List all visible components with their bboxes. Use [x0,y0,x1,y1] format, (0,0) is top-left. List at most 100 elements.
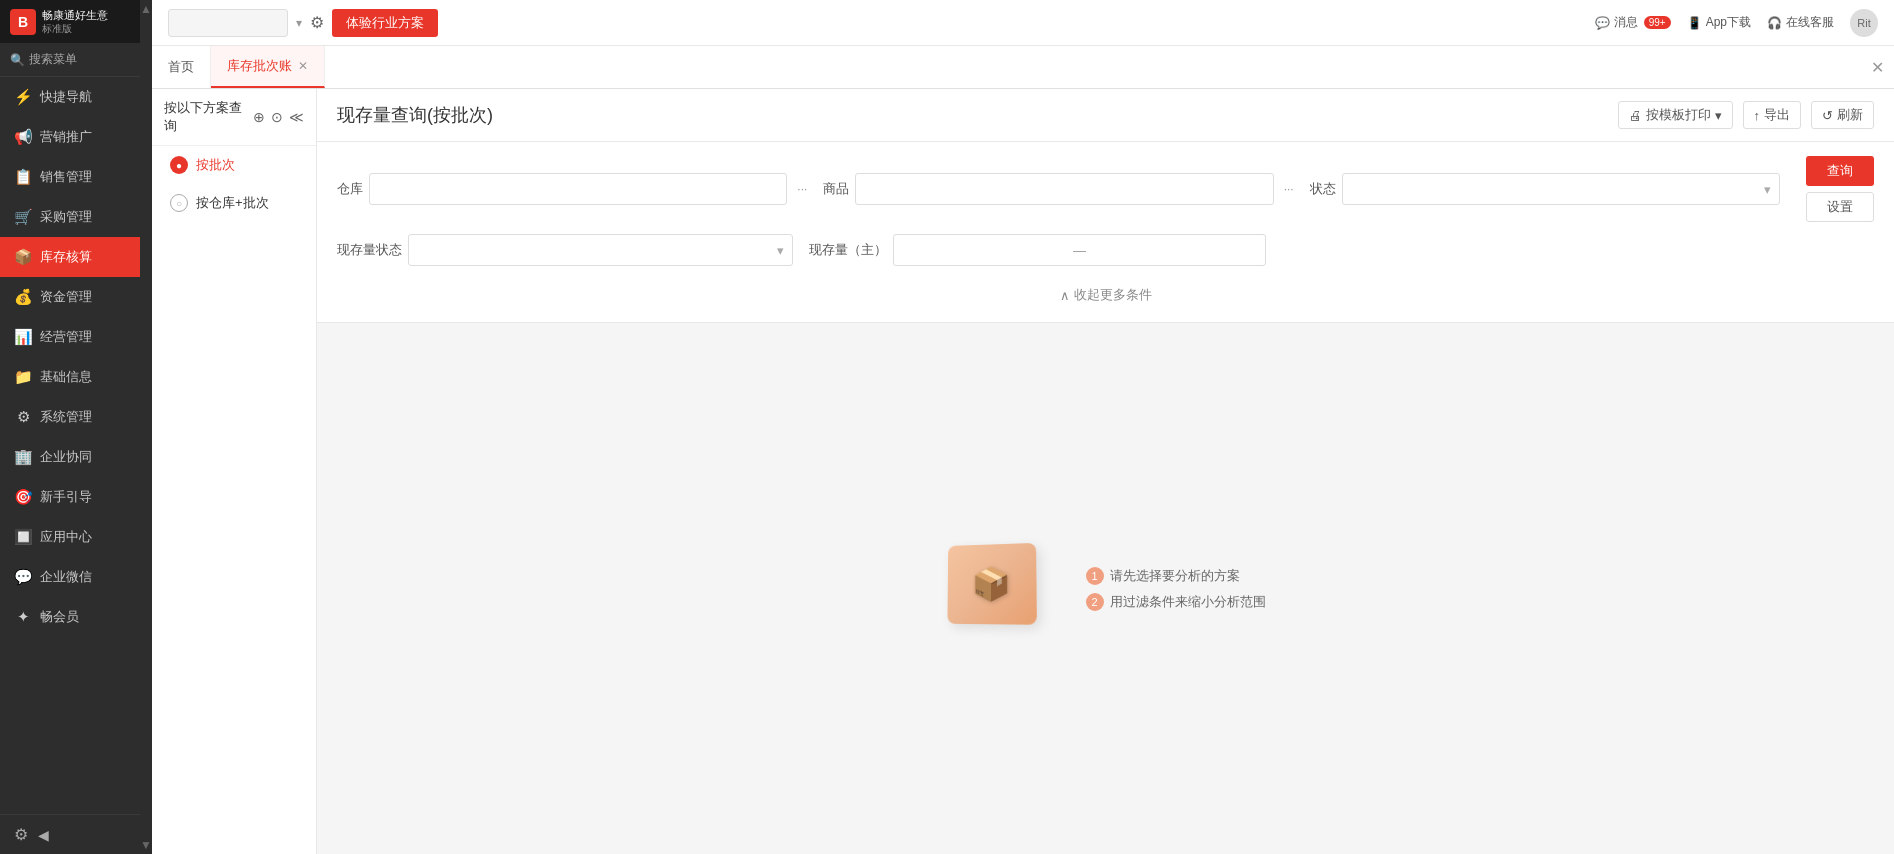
empty-hint-2: 2 用过滤条件来缩小分析范围 [1086,593,1266,611]
avatar: Rit [1850,9,1878,37]
sidebar-item-purchase[interactable]: 🛒 采购管理 [0,197,140,237]
app-logo: B [10,9,36,35]
tabs-close-all-icon[interactable]: ✕ [1871,58,1884,77]
sidebar-item-label: 应用中心 [40,528,92,546]
warehouse-filter-field: 仓库 ··· [337,173,807,205]
topbar-right-actions: 💬 消息 99+ 📱 App下载 🎧 在线客服 Rit [1595,9,1878,37]
status-chevron-icon: ▾ [1764,182,1771,197]
tab-home-label: 首页 [168,58,194,76]
tab-batch-account[interactable]: 库存批次账 ✕ [211,46,325,88]
sidebar-item-label: 基础信息 [40,368,92,386]
print-chevron-icon[interactable]: ▾ [1715,108,1722,123]
query-button[interactable]: 查询 [1806,156,1874,186]
sidebar-item-wechat[interactable]: 💬 企业微信 [0,557,140,597]
sidebar-item-label: 企业协同 [40,448,92,466]
marketing-icon: 📢 [14,128,32,146]
content-area: 按以下方案查询 ⊕ ⊙ ≪ ● 按批次 ○ 按仓库+批次 现存量查询(按批次) [152,89,1894,854]
hint-text-2: 用过滤条件来缩小分析范围 [1110,593,1266,611]
print-icon: 🖨 [1629,108,1642,123]
scheme-collapse-icon[interactable]: ≪ [289,109,304,125]
collapse-sidebar-icon[interactable]: ◀ [38,827,49,843]
sidebar-item-finance[interactable]: 💰 资金管理 [0,277,140,317]
tab-home[interactable]: 首页 [152,46,211,88]
topbar-search-input[interactable] [168,9,288,37]
sidebar-item-basic[interactable]: 📁 基础信息 [0,357,140,397]
product-filter-input[interactable] [855,173,1273,205]
online-service-action[interactable]: 🎧 在线客服 [1767,14,1834,31]
sidebar-item-member[interactable]: ✦ 畅会员 [0,597,140,637]
status-filter-field: 状态 ▾ [1310,173,1780,205]
sidebar: B 畅康通好生意 标准版 🔍 搜索菜单 ⚡ 快捷导航 📢 营销推广 📋 销售管理… [0,0,140,854]
add-scheme-icon[interactable]: ⊕ [253,109,265,125]
page-header-actions: 🖨 按模板打印 ▾ ↑ 导出 ↺ 刷新 [1618,101,1875,129]
collapse-more-conditions-btn[interactable]: ∧ 收起更多条件 [1050,282,1162,308]
sidebar-item-quick-nav[interactable]: ⚡ 快捷导航 [0,77,140,117]
sidebar-item-sales[interactable]: 📋 销售管理 [0,157,140,197]
sidebar-item-label: 系统管理 [40,408,92,426]
hint-text-1: 请先选择要分析的方案 [1110,567,1240,585]
empty-state: 📦 1 请先选择要分析的方案 2 用过滤条件来缩小分析范围 [317,323,1894,854]
empty-hint-1: 1 请先选择要分析的方案 [1086,567,1266,585]
scheme-item-by-warehouse-batch[interactable]: ○ 按仓库+批次 [152,184,316,222]
topbar-gear-icon[interactable]: ⚙ [310,13,324,32]
scheme-icon-gray: ○ [170,194,188,212]
experience-button[interactable]: 体验行业方案 [332,9,438,37]
sidebar-item-marketing[interactable]: 📢 营销推广 [0,117,140,157]
sidebar-scrollbar: ▲ ▼ [140,0,152,854]
print-template-button[interactable]: 🖨 按模板打印 ▾ [1618,101,1733,129]
scheme-settings-icon[interactable]: ⊙ [271,109,283,125]
stock-status-label: 现存量状态 [337,241,402,259]
sidebar-item-inventory[interactable]: 📦 库存核算 [0,237,140,277]
export-button[interactable]: ↑ 导出 [1743,101,1802,129]
scroll-up-arrow[interactable]: ▲ [140,2,152,16]
sidebar-search[interactable]: 🔍 搜索菜单 [0,43,140,77]
sidebar-item-label: 营销推广 [40,128,92,146]
scroll-down-arrow[interactable]: ▼ [140,838,152,852]
refresh-button[interactable]: ↺ 刷新 [1811,101,1874,129]
warehouse-filter-label: 仓库 [337,180,363,198]
app-name: 畅康通好生意 [42,8,108,22]
status-filter-select[interactable]: ▾ [1342,173,1780,205]
stock-status-filter-field: 现存量状态 ▾ [337,234,793,266]
scheme-label: 按仓库+批次 [196,194,269,212]
stock-qty-filter-field: 现存量（主） — [809,234,1265,266]
empty-illustration: 📦 [946,544,1046,634]
sidebar-item-operation[interactable]: 📊 经营管理 [0,317,140,357]
scheme-item-by-batch[interactable]: ● 按批次 [152,146,316,184]
hint-num-1: 1 [1086,567,1104,585]
stock-qty-label: 现存量（主） [809,241,887,259]
print-label: 按模板打印 [1646,106,1711,124]
product-more-icon[interactable]: ··· [1284,182,1294,196]
sidebar-item-system[interactable]: ⚙ 系统管理 [0,397,140,437]
headset-icon: 🎧 [1767,16,1782,30]
settings-button[interactable]: 设置 [1806,192,1874,222]
warehouse-filter-input[interactable] [369,173,787,205]
user-name: Rit [1857,17,1870,29]
settings-footer-icon[interactable]: ⚙ [14,825,28,844]
purchase-icon: 🛒 [14,208,32,226]
sidebar-item-label: 快捷导航 [40,88,92,106]
sidebar-item-apps[interactable]: 🔲 应用中心 [0,517,140,557]
sidebar-nav: ⚡ 快捷导航 📢 营销推广 📋 销售管理 🛒 采购管理 📦 库存核算 💰 资金管… [0,77,140,814]
app-version: 标准版 [42,22,108,35]
export-label: 导出 [1764,106,1790,124]
operation-icon: 📊 [14,328,32,346]
main-area: ▾ ⚙ 体验行业方案 💬 消息 99+ 📱 App下载 🎧 在线客服 Rit [152,0,1894,854]
sidebar-item-guide[interactable]: 🎯 新手引导 [0,477,140,517]
warehouse-more-icon[interactable]: ··· [797,182,807,196]
app-download-label: App下载 [1706,14,1751,31]
stock-status-select[interactable]: ▾ [408,234,793,266]
stock-qty-range[interactable]: — [893,234,1265,266]
user-profile-action[interactable]: Rit [1850,9,1878,37]
messages-action[interactable]: 💬 消息 99+ [1595,14,1671,31]
sidebar-item-enterprise[interactable]: 🏢 企业协同 [0,437,140,477]
tab-close-icon[interactable]: ✕ [298,59,308,73]
stock-status-chevron-icon: ▾ [777,243,784,258]
app-download-action[interactable]: 📱 App下载 [1687,14,1751,31]
topbar-chevron-icon[interactable]: ▾ [296,16,302,30]
tab-bar: 首页 库存批次账 ✕ ✕ [152,46,1894,89]
sidebar-footer: ⚙ ◀ [0,814,140,854]
sidebar-header: B 畅康通好生意 标准版 [0,0,140,43]
filter-header-actions: ⊕ ⊙ ≪ [253,109,304,125]
filter-row-1: 仓库 ··· 商品 ··· 状态 ▾ [337,156,1874,222]
